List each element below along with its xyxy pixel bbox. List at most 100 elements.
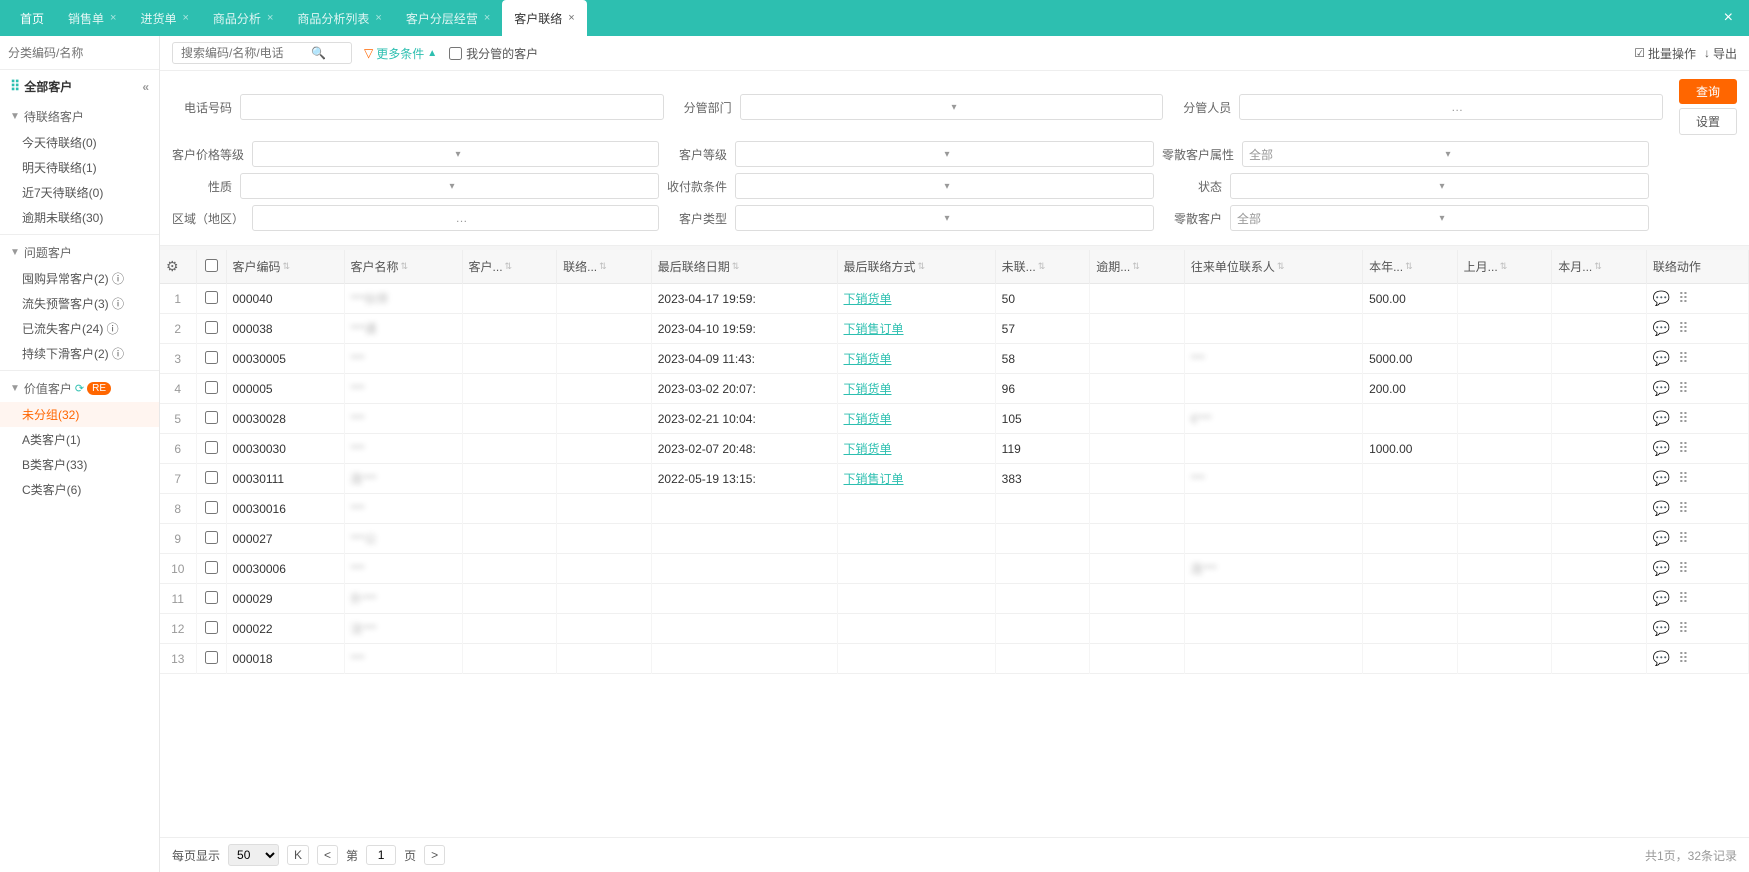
contact-method-link[interactable]: 下销货单 bbox=[844, 352, 892, 366]
row-checkbox[interactable] bbox=[205, 531, 218, 544]
next-page-button[interactable]: > bbox=[424, 845, 445, 865]
grid-action-icon[interactable]: ⠿ bbox=[1678, 530, 1688, 547]
row-checkbox[interactable] bbox=[205, 561, 218, 574]
chat-icon[interactable]: 💬 bbox=[1653, 500, 1670, 517]
sort-icon[interactable]: ⇅ bbox=[918, 261, 926, 272]
status-select[interactable]: ▾ bbox=[1230, 173, 1649, 199]
row-checkbox[interactable] bbox=[205, 441, 218, 454]
sidebar-collapse-button[interactable]: « bbox=[142, 80, 149, 94]
gear-icon[interactable]: ⚙ bbox=[166, 258, 179, 274]
phone-input[interactable] bbox=[240, 94, 664, 120]
tab-product-analysis-list[interactable]: 商品分析列表 × bbox=[285, 0, 393, 36]
tab-product-analysis[interactable]: 商品分析 × bbox=[201, 0, 285, 36]
chat-icon[interactable]: 💬 bbox=[1653, 470, 1670, 487]
sort-icon[interactable]: ⇅ bbox=[1132, 261, 1140, 272]
payment-terms-select[interactable]: ▾ bbox=[735, 173, 1154, 199]
contact-method-link[interactable]: 下销售订单 bbox=[844, 322, 904, 336]
chat-icon[interactable]: 💬 bbox=[1653, 560, 1670, 577]
batch-operation-button[interactable]: ☑ 批量操作 bbox=[1634, 45, 1696, 62]
sort-icon[interactable]: ⇅ bbox=[599, 261, 607, 272]
tab-customer-contact[interactable]: 客户联络 × bbox=[502, 0, 586, 36]
customer-level-select[interactable]: ▾ bbox=[735, 141, 1154, 167]
dept-select[interactable]: ▾ bbox=[740, 94, 1164, 120]
main-search-input[interactable] bbox=[181, 46, 311, 60]
window-close-button[interactable]: × bbox=[1716, 9, 1741, 27]
close-icon[interactable]: × bbox=[182, 12, 188, 24]
grid-action-icon[interactable]: ⠿ bbox=[1678, 650, 1688, 667]
row-checkbox[interactable] bbox=[205, 291, 218, 304]
close-icon[interactable]: × bbox=[110, 12, 116, 24]
grid-action-icon[interactable]: ⠿ bbox=[1678, 620, 1688, 637]
customer-type-select[interactable]: ▾ bbox=[735, 205, 1154, 231]
grid-action-icon[interactable]: ⠿ bbox=[1678, 560, 1688, 577]
grid-action-icon[interactable]: ⠿ bbox=[1678, 290, 1688, 307]
chat-icon[interactable]: 💬 bbox=[1653, 530, 1670, 547]
chat-icon[interactable]: 💬 bbox=[1653, 320, 1670, 337]
tab-customer-segmentation[interactable]: 客户分层经营 × bbox=[394, 0, 502, 36]
contact-method-link[interactable]: 下销货单 bbox=[844, 292, 892, 306]
sidebar-item-hoarding-anomaly[interactable]: 囤购异常客户(2) ⓘ bbox=[0, 266, 159, 291]
chat-icon[interactable]: 💬 bbox=[1653, 380, 1670, 397]
sort-icon[interactable]: ⇅ bbox=[1500, 261, 1508, 272]
close-icon[interactable]: × bbox=[568, 12, 574, 24]
sidebar-group-pending-contact[interactable]: ▼ 待联络客户 bbox=[0, 103, 159, 130]
sidebar-item-class-c[interactable]: C类客户(6) bbox=[0, 477, 159, 502]
chat-icon[interactable]: 💬 bbox=[1653, 650, 1670, 667]
sidebar-item-churn-warning[interactable]: 流失预警客户(3) ⓘ bbox=[0, 291, 159, 316]
refresh-icon[interactable]: ⟳ bbox=[75, 382, 84, 395]
scatter-attr-select[interactable]: 全部 ▾ bbox=[1242, 141, 1649, 167]
close-icon[interactable]: × bbox=[375, 12, 381, 24]
row-checkbox[interactable] bbox=[205, 501, 218, 514]
row-checkbox[interactable] bbox=[205, 321, 218, 334]
chat-icon[interactable]: 💬 bbox=[1653, 440, 1670, 457]
tab-home[interactable]: 首页 bbox=[8, 0, 56, 36]
row-checkbox[interactable] bbox=[205, 471, 218, 484]
sidebar-group-value-customers[interactable]: ▼ 价值客户 ⟳ RE bbox=[0, 375, 159, 402]
sort-icon[interactable]: ⇅ bbox=[401, 261, 409, 272]
my-customers-checkbox[interactable]: 我分管的客户 bbox=[449, 45, 538, 62]
reset-button[interactable]: 设置 bbox=[1679, 108, 1737, 135]
row-checkbox[interactable] bbox=[205, 591, 218, 604]
sidebar-item-class-a[interactable]: A类客户(1) bbox=[0, 427, 159, 452]
row-checkbox[interactable] bbox=[205, 621, 218, 634]
grid-action-icon[interactable]: ⠿ bbox=[1678, 590, 1688, 607]
price-level-select[interactable]: ▾ bbox=[252, 141, 659, 167]
sort-icon[interactable]: ⇅ bbox=[283, 261, 291, 272]
sidebar-item-7days-pending[interactable]: 近7天待联络(0) bbox=[0, 180, 159, 205]
row-checkbox[interactable] bbox=[205, 381, 218, 394]
grid-action-icon[interactable]: ⠿ bbox=[1678, 350, 1688, 367]
grid-action-icon[interactable]: ⠿ bbox=[1678, 410, 1688, 427]
sidebar-search-input[interactable] bbox=[8, 46, 160, 60]
tab-purchase[interactable]: 进货单 × bbox=[128, 0, 200, 36]
sidebar-item-overdue-contact[interactable]: 逾期未联络(30) bbox=[0, 205, 159, 230]
chat-icon[interactable]: 💬 bbox=[1653, 410, 1670, 427]
page-size-select[interactable]: 50 100 200 bbox=[228, 844, 279, 866]
sort-icon[interactable]: ⇅ bbox=[1405, 261, 1413, 272]
manager-select[interactable]: … bbox=[1239, 94, 1663, 120]
main-search-icon[interactable]: 🔍 bbox=[311, 46, 326, 60]
row-checkbox[interactable] bbox=[205, 411, 218, 424]
contact-method-link[interactable]: 下销货单 bbox=[844, 382, 892, 396]
chat-icon[interactable]: 💬 bbox=[1653, 620, 1670, 637]
close-icon[interactable]: × bbox=[484, 12, 490, 24]
select-all-checkbox[interactable] bbox=[205, 259, 218, 272]
sort-icon[interactable]: ⇅ bbox=[505, 261, 513, 272]
first-page-button[interactable]: K bbox=[287, 845, 309, 865]
sort-icon[interactable]: ⇅ bbox=[1277, 261, 1285, 272]
chat-icon[interactable]: 💬 bbox=[1653, 350, 1670, 367]
export-button[interactable]: ↓ 导出 bbox=[1704, 45, 1737, 62]
prev-page-button[interactable]: < bbox=[317, 845, 338, 865]
my-customers-check[interactable] bbox=[449, 47, 462, 60]
sidebar-item-today-pending[interactable]: 今天待联络(0) bbox=[0, 130, 159, 155]
chat-icon[interactable]: 💬 bbox=[1653, 590, 1670, 607]
scatter-customer-select[interactable]: 全部 ▾ bbox=[1230, 205, 1649, 231]
row-checkbox[interactable] bbox=[205, 351, 218, 364]
nature-select[interactable]: ▾ bbox=[240, 173, 659, 199]
grid-action-icon[interactable]: ⠿ bbox=[1678, 380, 1688, 397]
region-select[interactable]: … bbox=[252, 205, 659, 231]
page-number-input[interactable] bbox=[366, 845, 396, 865]
sidebar-item-churned[interactable]: 已流失客户(24) ⓘ bbox=[0, 316, 159, 341]
chat-icon[interactable]: 💬 bbox=[1653, 290, 1670, 307]
sidebar-item-unclassified[interactable]: 未分组(32) bbox=[0, 402, 159, 427]
sidebar-item-class-b[interactable]: B类客户(33) bbox=[0, 452, 159, 477]
